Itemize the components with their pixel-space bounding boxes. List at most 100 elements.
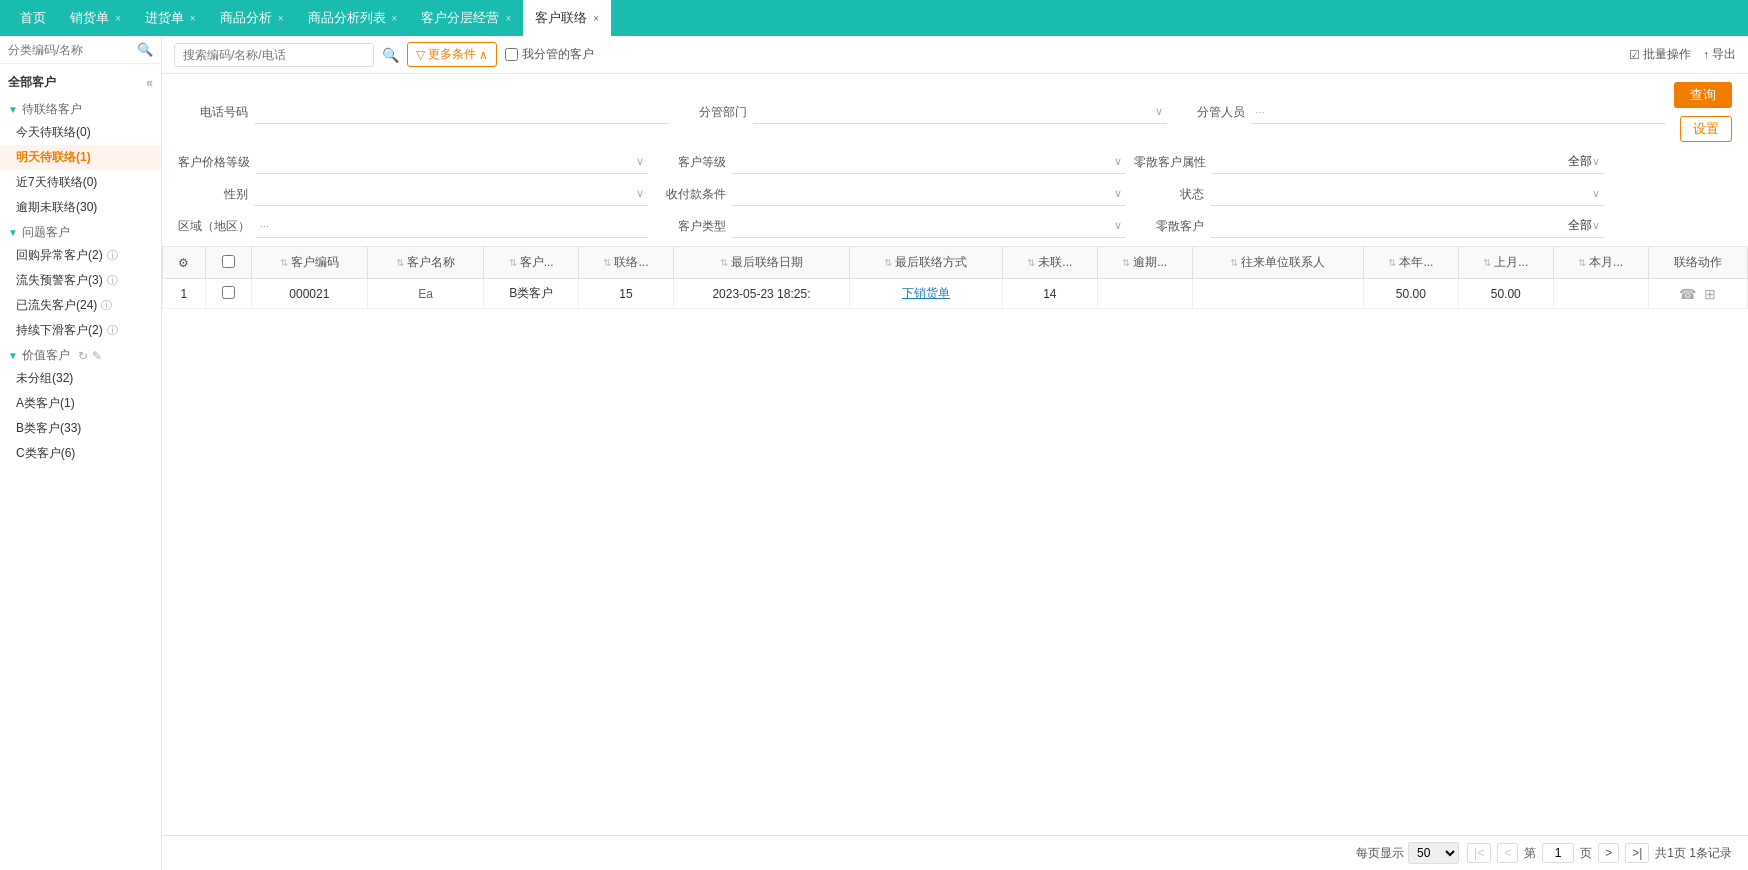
retail-attr-label: 零散客户属性: [1134, 154, 1206, 171]
export-button[interactable]: ↑ 导出: [1703, 46, 1736, 63]
col-settings[interactable]: ⚙: [163, 247, 206, 279]
nav-product-analysis[interactable]: 商品分析 ×: [208, 0, 296, 36]
sidebar-all-customers-header[interactable]: 全部客户 «: [8, 70, 153, 95]
customer-level-label: 客户等级: [656, 154, 726, 171]
page-input[interactable]: [1542, 843, 1574, 863]
nav-purchase-order[interactable]: 进货单 ×: [133, 0, 208, 36]
first-page-button[interactable]: |<: [1467, 843, 1491, 863]
my-customers-checkbox[interactable]: 我分管的客户: [505, 46, 594, 63]
manager-input[interactable]: ···: [1251, 100, 1666, 124]
nav-close-icon-active[interactable]: ×: [593, 13, 599, 24]
col-contact-person[interactable]: ⇅往来单位联系人: [1192, 247, 1363, 279]
sidebar-item-declining[interactable]: 持续下滑客户(2) ⓘ: [0, 318, 161, 343]
cell-code: 000021: [251, 279, 367, 309]
col-last-contact-date[interactable]: ⇅最后联络日期: [673, 247, 849, 279]
sidebar-search-icon[interactable]: 🔍: [137, 42, 153, 57]
right-actions: ☑ 批量操作 ↑ 导出: [1629, 46, 1736, 63]
chevron-down-icon: ∨: [1592, 219, 1600, 232]
phone-input[interactable]: [254, 100, 669, 124]
dept-select[interactable]: ∨: [753, 100, 1168, 124]
refresh-icon[interactable]: ↻: [78, 349, 88, 363]
sidebar-item-churn-warning[interactable]: 流失预警客户(3) ⓘ: [0, 268, 161, 293]
page-size-select[interactable]: 50 100 200: [1408, 842, 1459, 864]
select-all-checkbox[interactable]: [222, 255, 235, 268]
next-page-button[interactable]: >: [1598, 843, 1619, 863]
status-select[interactable]: ∨: [1210, 182, 1604, 206]
region-field: 区域（地区） ···: [178, 214, 648, 238]
sidebar-item-type-c[interactable]: C类客户(6): [0, 441, 161, 466]
col-last-month[interactable]: ⇅上月...: [1458, 247, 1553, 279]
row-checkbox[interactable]: [222, 286, 235, 299]
col-this-month[interactable]: ⇅本月...: [1553, 247, 1648, 279]
search-input[interactable]: [174, 43, 374, 67]
price-level-select[interactable]: ∨: [256, 150, 648, 174]
nav-home[interactable]: 首页: [8, 0, 58, 36]
retail-attr-select[interactable]: 全部 ∨: [1212, 150, 1604, 174]
phone-action-icon[interactable]: ☎: [1679, 286, 1696, 302]
sidebar-item-type-b[interactable]: B类客户(33): [0, 416, 161, 441]
col-this-year[interactable]: ⇅本年...: [1363, 247, 1458, 279]
chevron-down-icon: ∨: [1592, 155, 1600, 168]
last-page-button[interactable]: >|: [1625, 843, 1649, 863]
contact-method-link[interactable]: 下销货单: [902, 286, 950, 300]
filter-row-1: 电话号码 分管部门 ∨ 分管人员 ··· 查询 设置: [178, 82, 1732, 142]
sidebar-item-repurchase-abnormal[interactable]: 回购异常客户(2) ⓘ: [0, 243, 161, 268]
region-input[interactable]: ···: [256, 214, 648, 238]
chevron-up-icon: ∧: [479, 48, 488, 62]
nav-close-icon[interactable]: ×: [505, 13, 511, 24]
edit-icon[interactable]: ✎: [92, 349, 102, 363]
settings-icon: ⚙: [178, 256, 189, 270]
col-last-contact-method[interactable]: ⇅最后联络方式: [849, 247, 1002, 279]
customer-type-select[interactable]: ∨: [732, 214, 1126, 238]
nav-sales-order[interactable]: 销货单 ×: [58, 0, 133, 36]
retail-customer-select[interactable]: 全部 ∨: [1210, 214, 1604, 238]
nav-close-icon[interactable]: ×: [278, 13, 284, 24]
grid-action-icon[interactable]: ⊞: [1704, 286, 1716, 302]
manager-field: 分管人员 ···: [1175, 100, 1666, 124]
col-overdue[interactable]: ⇅逾期...: [1097, 247, 1192, 279]
cell-last-contact-date: 2023-05-23 18:25:: [673, 279, 849, 309]
nav-close-icon[interactable]: ×: [115, 13, 121, 24]
cell-index: 1: [163, 279, 206, 309]
region-label: 区域（地区）: [178, 218, 250, 235]
sidebar-item-tomorrow-pending[interactable]: 明天待联络(1): [0, 145, 161, 170]
chevron-down-icon: ∨: [1592, 187, 1600, 200]
cell-not-contacted: 14: [1002, 279, 1097, 309]
chevron-down-icon: ∨: [1114, 187, 1122, 200]
nav-product-analysis-list[interactable]: 商品分析列表 ×: [296, 0, 410, 36]
col-name[interactable]: ⇅客户名称: [367, 247, 483, 279]
customer-level-select[interactable]: ∨: [732, 150, 1126, 174]
gender-label: 性别: [178, 186, 248, 203]
col-not-contacted[interactable]: ⇅未联...: [1002, 247, 1097, 279]
sidebar-item-churned[interactable]: 已流失客户(24) ⓘ: [0, 293, 161, 318]
sidebar-item-7days-pending[interactable]: 近7天待联络(0): [0, 170, 161, 195]
status-label: 状态: [1134, 186, 1204, 203]
sidebar-item-today-pending[interactable]: 今天待联络(0): [0, 120, 161, 145]
filter-icon: ▽: [416, 48, 425, 62]
nav-close-icon[interactable]: ×: [190, 13, 196, 24]
col-type[interactable]: ⇅客户...: [484, 247, 579, 279]
table-header-row: ⚙ ⇅客户编码 ⇅客户名称 ⇅客户... ⇅联络... ⇅最后联络日期 ⇅最后联…: [163, 247, 1748, 279]
set-button[interactable]: 设置: [1680, 116, 1732, 142]
nav-close-icon[interactable]: ×: [392, 13, 398, 24]
my-customers-check[interactable]: [505, 48, 518, 61]
payment-select[interactable]: ∨: [732, 182, 1126, 206]
cell-last-contact-method[interactable]: 下销货单: [849, 279, 1002, 309]
col-checkbox[interactable]: [205, 247, 251, 279]
sidebar-item-overdue-pending[interactable]: 逾期未联络(30): [0, 195, 161, 220]
batch-operation-button[interactable]: ☑ 批量操作: [1629, 46, 1691, 63]
sidebar-search-input[interactable]: [8, 43, 133, 57]
query-button[interactable]: 查询: [1674, 82, 1732, 108]
more-conditions-button[interactable]: ▽ 更多条件 ∧: [407, 42, 497, 67]
nav-customer-tier[interactable]: 客户分层经营 ×: [409, 0, 523, 36]
phone-label: 电话号码: [178, 104, 248, 121]
col-contact-count[interactable]: ⇅联络...: [579, 247, 674, 279]
prev-page-button[interactable]: <: [1497, 843, 1518, 863]
nav-customer-contact[interactable]: 客户联络 ×: [523, 0, 611, 36]
col-code[interactable]: ⇅客户编码: [251, 247, 367, 279]
search-button[interactable]: 🔍: [382, 47, 399, 63]
gender-select[interactable]: ∨: [254, 182, 648, 206]
sidebar-item-ungrouped[interactable]: 未分组(32): [0, 366, 161, 391]
sidebar-item-type-a[interactable]: A类客户(1): [0, 391, 161, 416]
cell-checkbox[interactable]: [205, 279, 251, 309]
